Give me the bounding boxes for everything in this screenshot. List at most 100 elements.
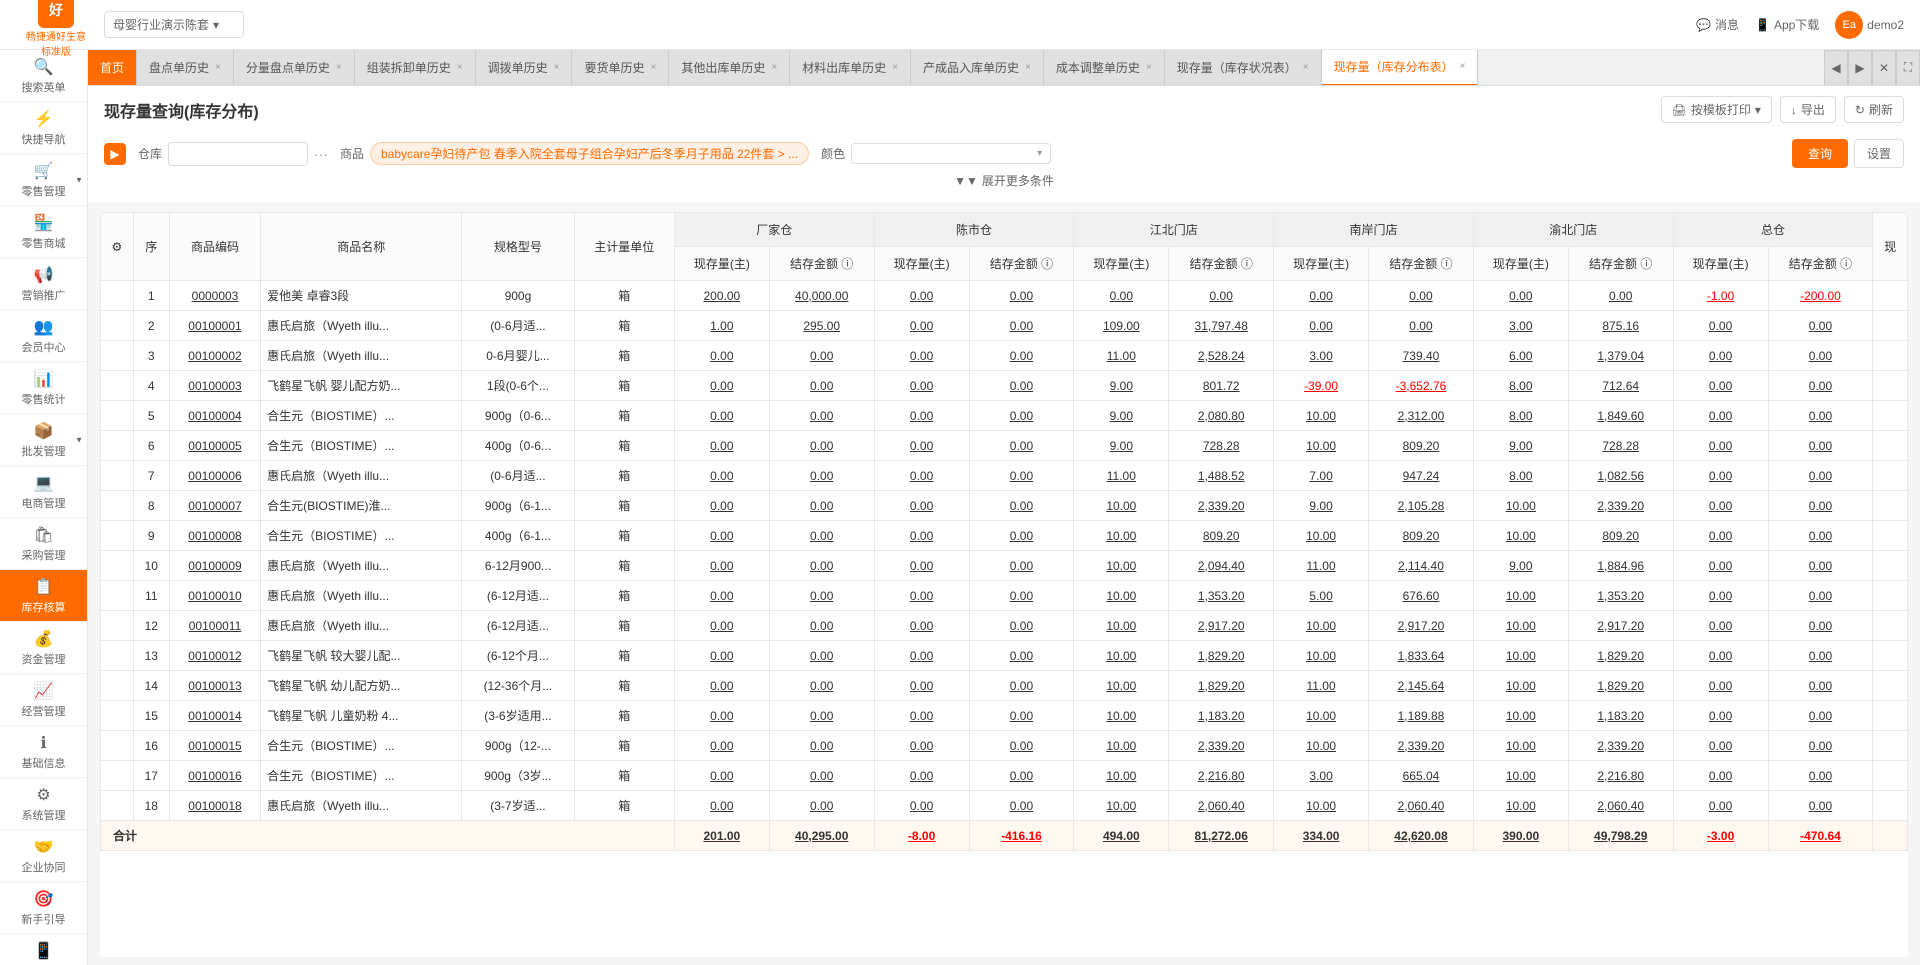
cell-t-amt[interactable]: 0.00 (1768, 311, 1873, 341)
cell-yb-amt[interactable]: 2,917.20 (1568, 611, 1673, 641)
cell-na-amt[interactable]: 2,105.28 (1369, 491, 1474, 521)
cell-f-amt[interactable]: 0.00 (769, 611, 874, 641)
warehouse-input[interactable] (168, 142, 308, 166)
sidebar-item-retail-mgmt[interactable]: 🛒 零售管理 (0, 154, 87, 206)
sidebar-item-shortcut[interactable]: ⚡ 快捷导航 (0, 102, 87, 154)
cell-f-qty[interactable]: 0.00 (674, 641, 769, 671)
cell-code[interactable]: 00100006 (169, 461, 260, 491)
cell-yb-qty[interactable]: 0.00 (1473, 281, 1568, 311)
cell-f-amt[interactable]: 40,000.00 (769, 281, 874, 311)
cell-f-qty[interactable]: 0.00 (674, 731, 769, 761)
cell-code[interactable]: 00100003 (169, 371, 260, 401)
cell-f-qty[interactable]: 0.00 (674, 761, 769, 791)
cell-jb-qty[interactable]: 11.00 (1074, 341, 1169, 371)
cell-yb-qty[interactable]: 8.00 (1473, 401, 1568, 431)
cell-t-qty[interactable]: 0.00 (1673, 641, 1768, 671)
cell-f-amt[interactable]: 0.00 (769, 731, 874, 761)
tab-product-in[interactable]: 产成品入库单历史 × (911, 50, 1044, 86)
cell-jb-amt[interactable]: 2,216.80 (1169, 761, 1274, 791)
footer-yb-amt[interactable]: 49,798.29 (1568, 821, 1673, 851)
cell-na-qty[interactable]: 5.00 (1274, 581, 1369, 611)
cell-t-amt[interactable]: 0.00 (1768, 551, 1873, 581)
cell-jb-qty[interactable]: 10.00 (1074, 581, 1169, 611)
cell-code[interactable]: 00100004 (169, 401, 260, 431)
cell-jb-amt[interactable]: 1,829.20 (1169, 641, 1274, 671)
cell-yb-qty[interactable]: 10.00 (1473, 581, 1568, 611)
cell-jb-amt[interactable]: 0.00 (1169, 281, 1274, 311)
cell-f-qty[interactable]: 1.00 (674, 311, 769, 341)
cell-c-qty[interactable]: 0.00 (874, 281, 969, 311)
cell-code[interactable]: 00100018 (169, 791, 260, 821)
cell-na-qty[interactable]: 11.00 (1274, 671, 1369, 701)
cell-code[interactable]: 00100009 (169, 551, 260, 581)
cell-yb-qty[interactable]: 10.00 (1473, 521, 1568, 551)
cell-jb-amt[interactable]: 2,094.40 (1169, 551, 1274, 581)
cell-yb-qty[interactable]: 10.00 (1473, 761, 1568, 791)
sidebar-item-wholesale[interactable]: 📦 批发管理 (0, 414, 87, 466)
cell-yb-amt[interactable]: 2,339.20 (1568, 731, 1673, 761)
cell-yb-amt[interactable]: 2,339.20 (1568, 491, 1673, 521)
cell-t-qty[interactable]: 0.00 (1673, 311, 1768, 341)
cell-t-qty[interactable]: 0.00 (1673, 761, 1768, 791)
cell-c-qty[interactable]: 0.00 (874, 791, 969, 821)
cell-jb-qty[interactable]: 10.00 (1074, 671, 1169, 701)
cell-f-amt[interactable]: 295.00 (769, 311, 874, 341)
cell-na-qty[interactable]: 0.00 (1274, 311, 1369, 341)
cell-code[interactable]: 00100013 (169, 671, 260, 701)
cell-na-amt[interactable]: 2,114.40 (1369, 551, 1474, 581)
cell-jb-qty[interactable]: 10.00 (1074, 701, 1169, 731)
cell-t-amt[interactable]: 0.00 (1768, 341, 1873, 371)
cell-f-qty[interactable]: 0.00 (674, 341, 769, 371)
cell-t-qty[interactable]: 0.00 (1673, 371, 1768, 401)
cell-f-qty[interactable]: 0.00 (674, 521, 769, 551)
cell-t-amt[interactable]: 0.00 (1768, 371, 1873, 401)
cell-na-qty[interactable]: 10.00 (1274, 731, 1369, 761)
footer-na-amt[interactable]: 42,620.08 (1369, 821, 1474, 851)
cell-jb-qty[interactable]: 9.00 (1074, 431, 1169, 461)
cell-c-amt[interactable]: 0.00 (969, 461, 1074, 491)
cell-jb-amt[interactable]: 2,060.40 (1169, 791, 1274, 821)
cell-jb-qty[interactable]: 10.00 (1074, 731, 1169, 761)
sidebar-item-inventory[interactable]: 📋 库存核算 (0, 570, 87, 622)
cell-f-qty[interactable]: 0.00 (674, 461, 769, 491)
cell-jb-qty[interactable]: 0.00 (1074, 281, 1169, 311)
cell-yb-qty[interactable]: 8.00 (1473, 371, 1568, 401)
cell-c-amt[interactable]: 0.00 (969, 341, 1074, 371)
sidebar-item-enterprise[interactable]: 🤝 企业协同 (0, 830, 87, 882)
cell-f-amt[interactable]: 0.00 (769, 431, 874, 461)
cell-f-amt[interactable]: 0.00 (769, 761, 874, 791)
col-settings[interactable]: ⚙ (101, 213, 134, 281)
cell-na-amt[interactable]: -3,652.76 (1369, 371, 1474, 401)
cell-f-qty[interactable]: 0.00 (674, 551, 769, 581)
footer-na-qty[interactable]: 334.00 (1274, 821, 1369, 851)
cell-na-amt[interactable]: 809.20 (1369, 431, 1474, 461)
tab-close-icon[interactable]: × (771, 62, 777, 73)
store-selector[interactable]: 母婴行业演示陈套 ▾ (104, 11, 244, 38)
cell-yb-amt[interactable]: 1,353.20 (1568, 581, 1673, 611)
cell-f-amt[interactable]: 0.00 (769, 491, 874, 521)
tab-close-icon[interactable]: × (336, 62, 342, 73)
tab-close-icon[interactable]: × (215, 62, 221, 73)
cell-jb-qty[interactable]: 10.00 (1074, 491, 1169, 521)
cell-na-qty[interactable]: 10.00 (1274, 521, 1369, 551)
cell-c-qty[interactable]: 0.00 (874, 491, 969, 521)
cell-c-qty[interactable]: 0.00 (874, 641, 969, 671)
cell-f-qty[interactable]: 200.00 (674, 281, 769, 311)
tab-demand[interactable]: 要货单历史 × (572, 50, 669, 86)
cell-t-qty[interactable]: 0.00 (1673, 521, 1768, 551)
cell-jb-amt[interactable]: 1,183.20 (1169, 701, 1274, 731)
cell-t-qty[interactable]: 0.00 (1673, 671, 1768, 701)
cell-t-qty[interactable]: 0.00 (1673, 341, 1768, 371)
cell-na-amt[interactable]: 0.00 (1369, 311, 1474, 341)
cell-c-qty[interactable]: 0.00 (874, 461, 969, 491)
cell-c-qty[interactable]: 0.00 (874, 731, 969, 761)
cell-t-amt[interactable]: 0.00 (1768, 401, 1873, 431)
print-btn[interactable]: 🖨 按模板打印 ▾ (1661, 96, 1772, 123)
expand-conditions-btn[interactable]: ▼▼ 展开更多条件 (954, 172, 1054, 189)
cell-yb-amt[interactable]: 2,060.40 (1568, 791, 1673, 821)
cell-t-amt[interactable]: 0.00 (1768, 431, 1873, 461)
tab-cost-adjust[interactable]: 成本调整单历史 × (1044, 50, 1165, 86)
export-btn[interactable]: ↓ 导出 (1780, 96, 1836, 123)
cell-t-amt[interactable]: 0.00 (1768, 791, 1873, 821)
cell-code[interactable]: 00100002 (169, 341, 260, 371)
